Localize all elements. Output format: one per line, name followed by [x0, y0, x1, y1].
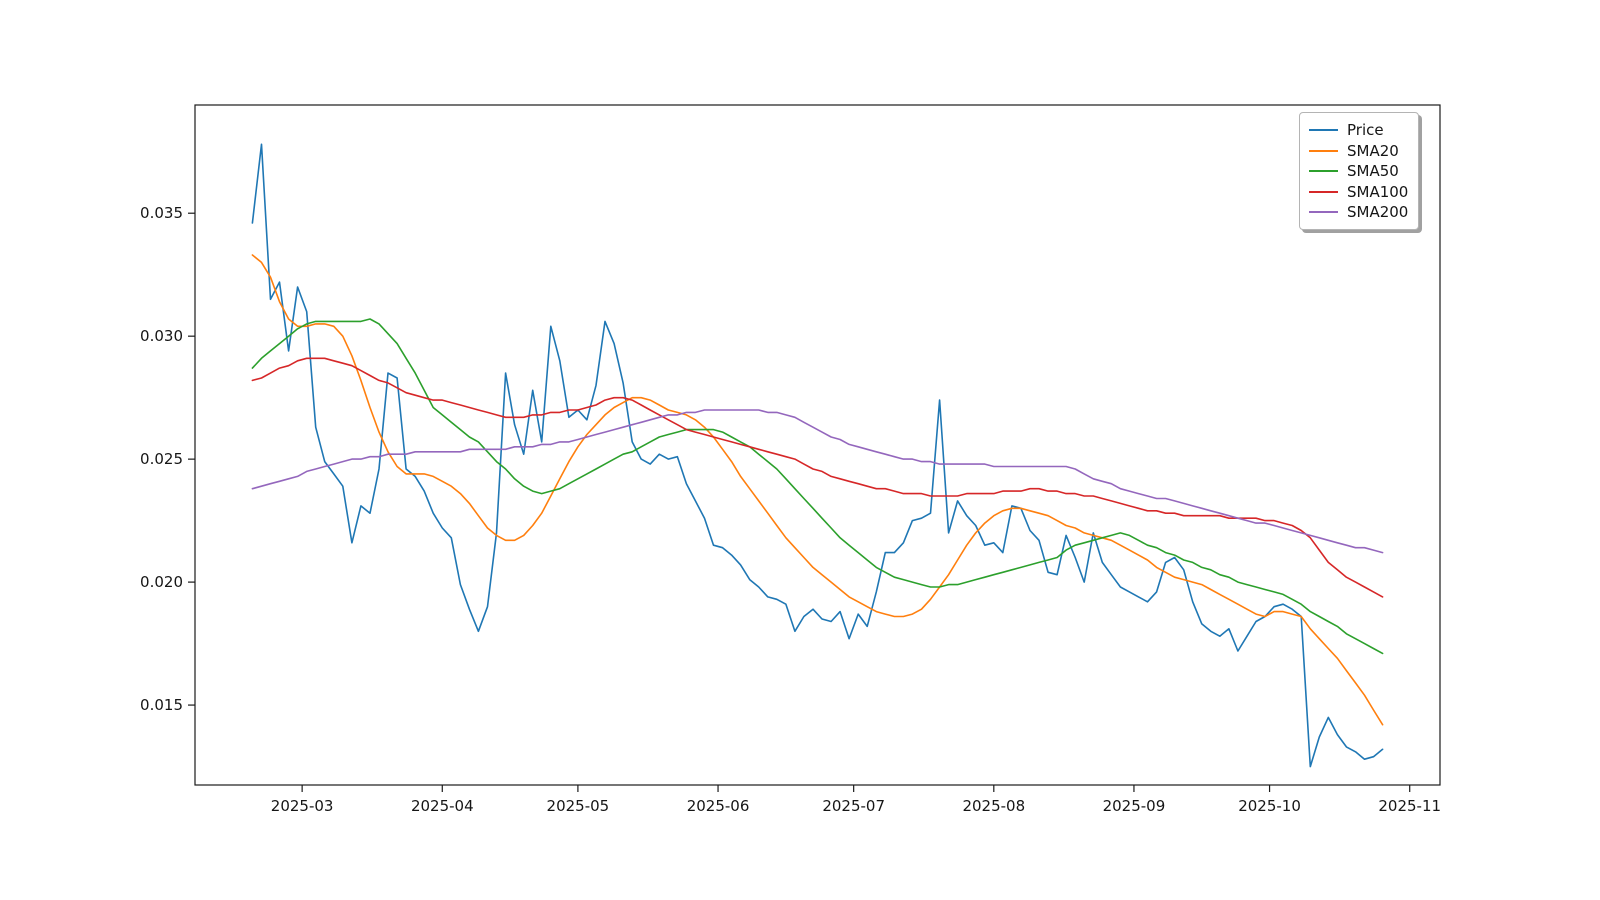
- x-tick-label: 2025-07: [822, 797, 885, 815]
- legend-item-sma20: SMA20: [1309, 141, 1408, 162]
- x-tick-label: 2025-03: [271, 797, 334, 815]
- y-tick-label: 0.035: [140, 204, 183, 222]
- x-tick-label: 2025-06: [687, 797, 750, 815]
- sma100-line-swatch: [1309, 190, 1338, 193]
- y-tick-label: 0.025: [140, 450, 183, 468]
- y-tick-label: 0.020: [140, 573, 183, 591]
- legend-label-sma20: SMA20: [1347, 141, 1399, 160]
- legend-label-sma50: SMA50: [1347, 162, 1399, 181]
- sma200-line-swatch: [1309, 211, 1338, 214]
- y-tick-label: 0.015: [140, 696, 183, 714]
- x-tick-label: 2025-09: [1103, 797, 1166, 815]
- legend-label-sma100: SMA100: [1347, 182, 1409, 201]
- legend-item-sma50: SMA50: [1309, 161, 1408, 182]
- chart-figure: 0.015 0.020 0.025 0.030 0.035 2025-03 2025-04 2…: [0, 0, 1600, 900]
- x-tick-label: 2025-10: [1238, 797, 1301, 815]
- legend-label-price: Price: [1347, 121, 1384, 140]
- x-tick-label: 2025-04: [411, 797, 474, 815]
- legend-item-sma100: SMA100: [1309, 182, 1408, 203]
- y-tick-label: 0.030: [140, 327, 183, 345]
- legend[interactable]: Price SMA20 SMA50 SMA100 SMA200: [1299, 112, 1420, 230]
- sma50-line-swatch: [1309, 170, 1338, 173]
- legend-label-sma200: SMA200: [1347, 203, 1409, 222]
- sma20-line-swatch: [1309, 149, 1338, 152]
- x-tick-label: 2025-11: [1378, 797, 1441, 815]
- price-line-swatch: [1309, 129, 1338, 132]
- x-tick-label: 2025-05: [547, 797, 610, 815]
- legend-item-sma200: SMA200: [1309, 202, 1408, 223]
- x-tick-label: 2025-08: [962, 797, 1025, 815]
- legend-item-price: Price: [1309, 120, 1408, 141]
